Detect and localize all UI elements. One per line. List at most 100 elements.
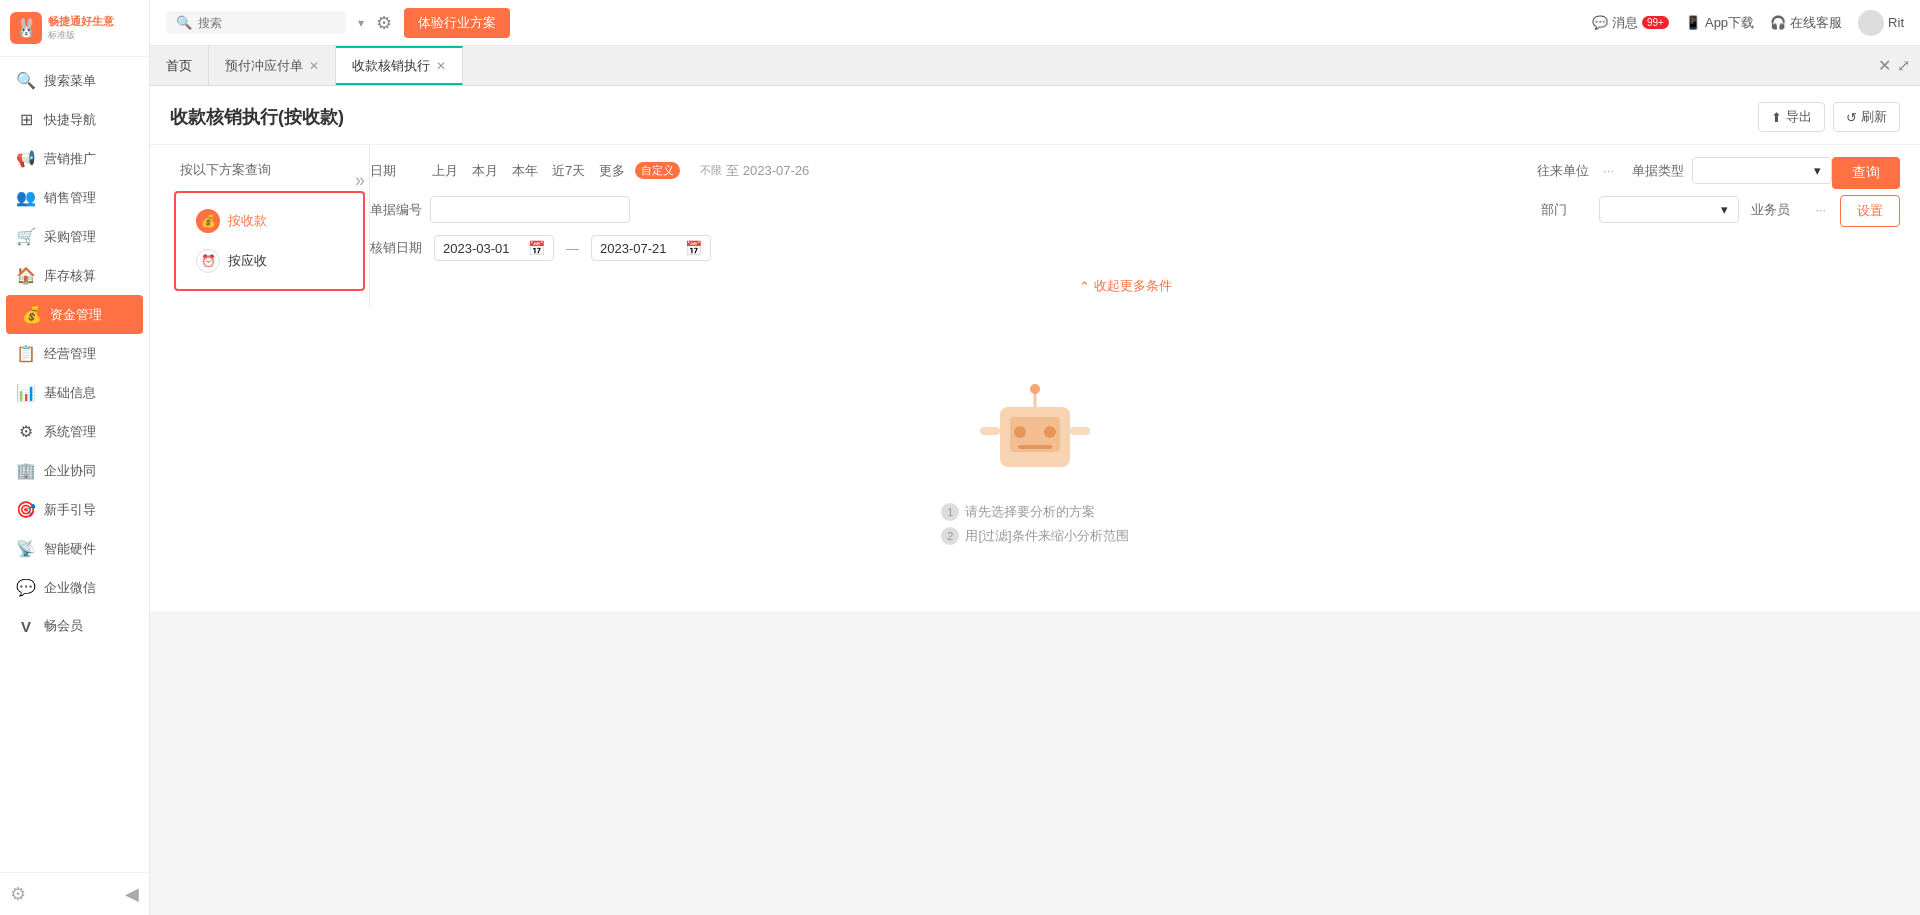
- sidebar-item-inventory[interactable]: 🏠 库存核算: [0, 256, 149, 295]
- receipt-option-label: 按收款: [228, 212, 267, 230]
- sidebar-item-member[interactable]: V 畅会员: [0, 607, 149, 645]
- svg-point-2: [1014, 426, 1026, 438]
- tab-home-label: 首页: [166, 57, 192, 75]
- tab-close-all-btn[interactable]: ✕: [1878, 56, 1891, 75]
- search-chevron-icon[interactable]: ▾: [358, 16, 364, 30]
- sidebar-item-operations[interactable]: 📋 经营管理: [0, 334, 149, 373]
- refresh-btn[interactable]: ↺ 刷新: [1833, 102, 1900, 132]
- verify-start-calendar-icon[interactable]: 📅: [528, 240, 545, 256]
- sidebar-item-basicinfo[interactable]: 📊 基础信息: [0, 373, 149, 412]
- filter-option-receipt[interactable]: 💰 按收款: [184, 201, 355, 241]
- sidebar-settings-icon[interactable]: ⚙: [10, 883, 26, 905]
- app-download-btn[interactable]: 📱 App下载: [1685, 14, 1754, 32]
- verify-end-calendar-icon[interactable]: 📅: [685, 240, 702, 256]
- filter-option-receivable[interactable]: ⏰ 按应收: [184, 241, 355, 281]
- search-icon: 🔍: [176, 15, 192, 30]
- refresh-label: 刷新: [1861, 108, 1887, 126]
- filter-form: 日期 上月 本月 本年 近7天 更多 自定义: [370, 145, 1832, 269]
- sidebar-item-sales[interactable]: 👥 销售管理: [0, 178, 149, 217]
- sidebar-collapse-icon[interactable]: ◀: [125, 883, 139, 905]
- page-title: 收款核销执行(按收款): [170, 105, 344, 129]
- date-field: 日期 上月 本月 本年 近7天 更多 自定义: [370, 160, 680, 182]
- sidebar-item-search[interactable]: 🔍 搜索菜单: [0, 61, 149, 100]
- member-icon: V: [16, 618, 36, 635]
- docno-label: 单据编号: [370, 201, 422, 219]
- date-custom-badge[interactable]: 自定义: [635, 162, 680, 179]
- tabbar-actions: ✕ ⤢: [1868, 46, 1920, 85]
- tab-home[interactable]: 首页: [150, 46, 209, 85]
- user-avatar: [1858, 10, 1884, 36]
- date-unlimited-label: 不限: [700, 163, 722, 178]
- verify-start-value: 2023-03-01: [443, 241, 524, 256]
- receipt-option-icon: 💰: [196, 209, 220, 233]
- message-btn[interactable]: 💬 消息 99+: [1592, 14, 1669, 32]
- tab-receipt-close-icon[interactable]: ✕: [436, 59, 446, 73]
- settings-btn[interactable]: 设置: [1840, 195, 1900, 227]
- quicknav-icon: ⊞: [16, 110, 36, 129]
- sidebar-item-label: 搜索菜单: [44, 72, 96, 90]
- tab-prepay[interactable]: 预付冲应付单 ✕: [209, 46, 336, 85]
- docno-input[interactable]: [430, 196, 630, 223]
- sidebar-item-wechat[interactable]: 💬 企业微信: [0, 568, 149, 607]
- sidebar-item-system[interactable]: ⚙ 系统管理: [0, 412, 149, 451]
- sidebar-item-guide[interactable]: 🎯 新手引导: [0, 490, 149, 529]
- date-7days-btn[interactable]: 近7天: [548, 160, 589, 182]
- date-this-month-btn[interactable]: 本月: [468, 160, 502, 182]
- query-btn[interactable]: 查询: [1832, 157, 1900, 189]
- date-this-year-btn[interactable]: 本年: [508, 160, 542, 182]
- sidebar: 🐰 畅捷通好生意 标准版 🔍 搜索菜单 ⊞ 快捷导航 📢 营销推广 👥 销售管理…: [0, 0, 150, 915]
- dept-select[interactable]: ▾: [1599, 196, 1739, 223]
- logo-badge: 标准版: [48, 29, 114, 42]
- sidebar-item-hardware[interactable]: 📡 智能硬件: [0, 529, 149, 568]
- message-icon: 💬: [1592, 15, 1608, 30]
- tab-receipt-label: 收款核销执行: [352, 57, 430, 75]
- system-icon: ⚙: [16, 422, 36, 441]
- svg-rect-4: [1018, 445, 1052, 449]
- collapse-more-btn[interactable]: ⌃ 收起更多条件: [1079, 277, 1172, 295]
- tab-prepay-close-icon[interactable]: ✕: [309, 59, 319, 73]
- sidebar-item-purchase[interactable]: 🛒 采购管理: [0, 217, 149, 256]
- filter-sidebar: 按以下方案查询 » 💰 按收款 ⏰ 按应收: [170, 145, 370, 307]
- guide-icon: 🎯: [16, 500, 36, 519]
- empty-hint-2: 2 用[过滤]条件来缩小分析范围: [941, 527, 1128, 545]
- enterprise-icon: 🏢: [16, 461, 36, 480]
- industry-btn[interactable]: 体验行业方案: [404, 8, 510, 38]
- date-more-btn[interactable]: 更多: [595, 160, 629, 182]
- counterpart-input[interactable]: ···: [1597, 163, 1620, 178]
- tab-receipt-verify[interactable]: 收款核销执行 ✕: [336, 46, 463, 85]
- docno-field: 单据编号: [370, 196, 630, 223]
- date-prev-month-btn[interactable]: 上月: [428, 160, 462, 182]
- sidebar-item-label: 智能硬件: [44, 540, 96, 558]
- hint-num-2: 2: [941, 527, 959, 545]
- page-content: 收款核销执行(按收款) ⬆ 导出 ↺ 刷新 按以下方: [150, 86, 1920, 915]
- export-label: 导出: [1786, 108, 1812, 126]
- sidebar-item-enterprise[interactable]: 🏢 企业协同: [0, 451, 149, 490]
- user-info-btn[interactable]: Rit: [1858, 10, 1904, 36]
- filter-sidebar-collapse-icon[interactable]: »: [355, 170, 369, 191]
- hint-num-1: 1: [941, 503, 959, 521]
- search-input[interactable]: [198, 16, 298, 30]
- sidebar-item-quicknav[interactable]: ⊞ 快捷导航: [0, 100, 149, 139]
- online-service-btn[interactable]: 🎧 在线客服: [1770, 14, 1842, 32]
- verify-date-start-input[interactable]: 2023-03-01 📅: [434, 235, 554, 261]
- sidebar-item-label: 基础信息: [44, 384, 96, 402]
- tab-expand-btn[interactable]: ⤢: [1897, 56, 1910, 75]
- verify-date-end-input[interactable]: 2023-07-21 📅: [591, 235, 711, 261]
- salesperson-field: 业务员 ···: [1751, 201, 1832, 219]
- sidebar-item-funds[interactable]: 💰 资金管理: [6, 295, 143, 334]
- empty-state: 1 请先选择要分析的方案 2 用[过滤]条件来缩小分析范围: [150, 307, 1920, 611]
- topbar-gear-icon[interactable]: ⚙: [376, 12, 392, 34]
- export-icon: ⬆: [1771, 110, 1782, 125]
- marketing-icon: 📢: [16, 149, 36, 168]
- sidebar-item-label: 系统管理: [44, 423, 96, 441]
- sidebar-item-label: 库存核算: [44, 267, 96, 285]
- salesperson-label: 业务员: [1751, 201, 1801, 219]
- sidebar-item-label: 企业微信: [44, 579, 96, 597]
- refresh-icon: ↺: [1846, 110, 1857, 125]
- export-btn[interactable]: ⬆ 导出: [1758, 102, 1825, 132]
- sidebar-item-marketing[interactable]: 📢 营销推广: [0, 139, 149, 178]
- doctype-select[interactable]: ▾: [1692, 157, 1832, 184]
- salesperson-input[interactable]: ···: [1809, 202, 1832, 217]
- search-menu-icon: 🔍: [16, 71, 36, 90]
- topbar-search-box[interactable]: 🔍: [166, 11, 346, 34]
